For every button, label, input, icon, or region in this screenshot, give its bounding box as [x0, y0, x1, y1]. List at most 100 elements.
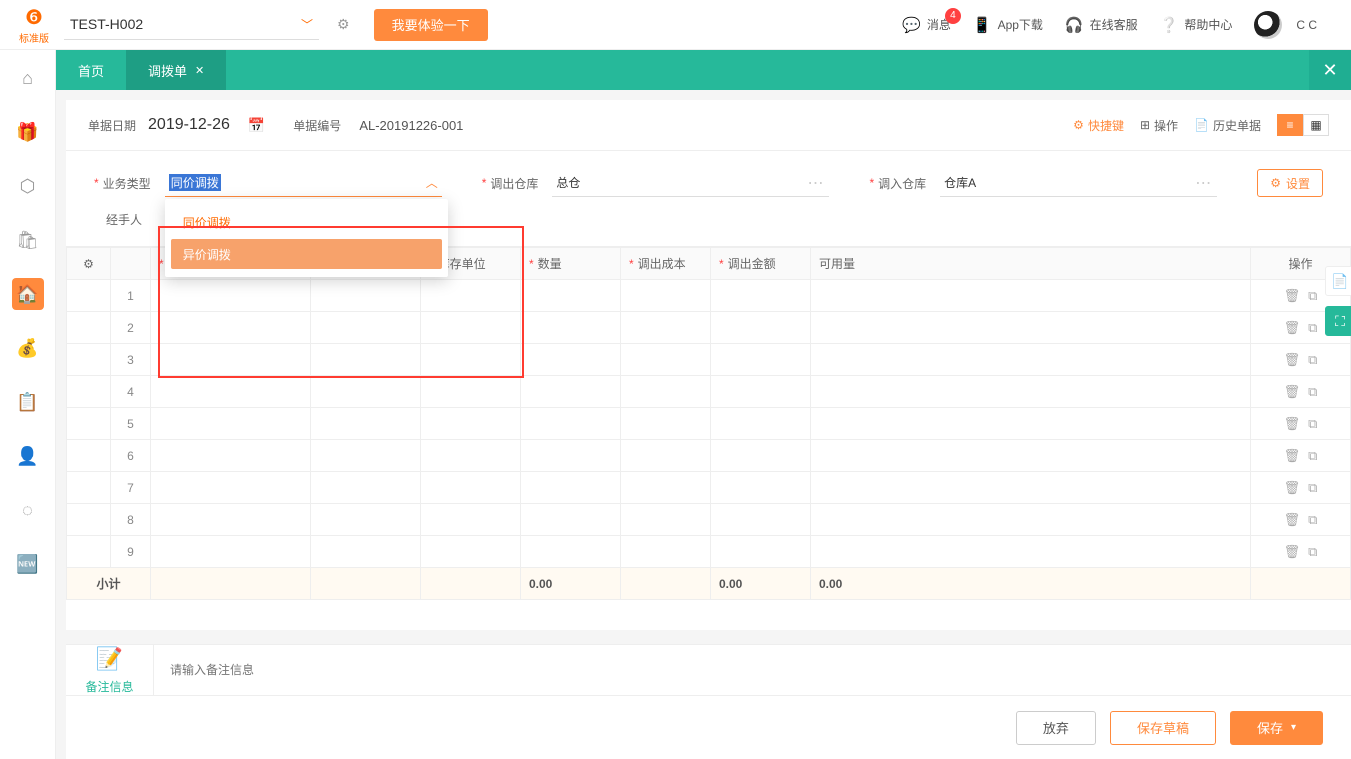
table-row[interactable]: 3🗑⧉	[67, 344, 1351, 376]
close-icon[interactable]: ✕	[195, 64, 204, 77]
messages-link[interactable]: 💬 消息 4	[902, 16, 951, 34]
sidebar-contact-icon[interactable]: 👤	[12, 440, 44, 472]
row-index: 2	[111, 312, 151, 344]
discard-button[interactable]: 放弃	[1016, 711, 1096, 745]
table-row[interactable]: 5🗑⧉	[67, 408, 1351, 440]
right-rail: 📄 ⛶	[1329, 50, 1351, 336]
col-gear[interactable]: ⚙	[67, 248, 111, 280]
sidebar-bag-icon[interactable]: 🛍	[12, 224, 44, 256]
delete-icon[interactable]: 🗑	[1284, 480, 1301, 495]
grid-icon: ⊞	[1140, 118, 1150, 132]
remark-header: 📝 备注信息	[66, 645, 154, 695]
row-index: 7	[111, 472, 151, 504]
biz-type-select[interactable]: 同价调拨 ︿ 同价调拨 异价调拨	[165, 169, 442, 197]
delete-icon[interactable]: 🗑	[1284, 512, 1301, 527]
delete-icon[interactable]: 🗑	[1284, 320, 1301, 335]
sidebar: ⌂ 🎁 ⬡ 🛍 🏠 💰 📋 👤 ◌ 🆕	[0, 50, 56, 759]
copy-icon[interactable]: ⧉	[1308, 384, 1317, 399]
save-draft-button[interactable]: 保存草稿	[1110, 711, 1216, 745]
user-menu[interactable]: C C	[1254, 11, 1317, 39]
copy-icon[interactable]: ⧉	[1308, 544, 1317, 559]
sidebar-house-icon[interactable]: ⬡	[12, 170, 44, 202]
doc-date[interactable]: 2019-12-26	[148, 116, 230, 134]
delete-icon[interactable]: 🗑	[1284, 544, 1301, 559]
row-index: 1	[111, 280, 151, 312]
view-list-icon[interactable]: ≡	[1277, 114, 1303, 136]
delete-icon[interactable]: 🗑	[1284, 288, 1301, 303]
biz-type-label: 业务类型	[103, 175, 151, 192]
subtotal-label: 小计	[67, 568, 151, 600]
table-row[interactable]: 9🗑⧉	[67, 536, 1351, 568]
biz-type-dropdown: 同价调拨 异价调拨	[165, 199, 448, 277]
save-button[interactable]: 保存 ▾	[1230, 711, 1323, 745]
required-marker: *	[482, 176, 487, 190]
copy-icon[interactable]: ⧉	[1308, 480, 1317, 495]
delete-icon[interactable]: 🗑	[1284, 416, 1301, 431]
app-download-label: App下载	[998, 16, 1043, 33]
messages-badge: 4	[945, 8, 961, 24]
more-icon[interactable]: ⋯	[1195, 173, 1213, 193]
table-row[interactable]: 8🗑⧉	[67, 504, 1351, 536]
customer-service-link[interactable]: 🎧 在线客服	[1065, 16, 1138, 34]
history-link[interactable]: 📄历史单据	[1194, 117, 1261, 134]
table-row[interactable]: 4🗑⧉	[67, 376, 1351, 408]
sidebar-circle-icon[interactable]: ◌	[12, 494, 44, 526]
view-toggle: ≡ ▦	[1277, 114, 1329, 136]
doc-icon: 📄	[1194, 118, 1209, 132]
sidebar-home-icon[interactable]: ⌂	[12, 62, 44, 94]
sidebar-clipboard-icon[interactable]: 📋	[12, 386, 44, 418]
handler-label: 经手人	[106, 211, 142, 228]
table-row[interactable]: 6🗑⧉	[67, 440, 1351, 472]
subtotal-amount: 0.00	[711, 568, 811, 600]
calendar-icon[interactable]: 📅	[248, 117, 265, 134]
copy-icon[interactable]: ⧉	[1308, 512, 1317, 527]
org-name: TEST-H002	[70, 16, 143, 32]
copy-icon[interactable]: ⧉	[1308, 352, 1317, 367]
help-link[interactable]: ❔ 帮助中心	[1160, 16, 1233, 34]
table-row[interactable]: 2 🗑 ⧉	[67, 312, 1351, 344]
logo-icon: ❻	[25, 5, 43, 30]
option-diff-price[interactable]: 异价调拨	[171, 239, 442, 269]
view-grid-icon[interactable]: ▦	[1303, 114, 1329, 136]
sidebar-money-icon[interactable]: 💰	[12, 332, 44, 364]
table-row[interactable]: 1 🗑 ⧉	[67, 280, 1351, 312]
out-warehouse-field[interactable]: * 调出仓库 总仓 ⋯	[482, 169, 830, 197]
table-row[interactable]: 7 🗑 ⧉	[67, 472, 1351, 504]
in-wh-select[interactable]: 仓库A ⋯	[940, 169, 1217, 197]
gear-icon: ⚙	[1270, 176, 1281, 190]
in-warehouse-field[interactable]: * 调入仓库 仓库A ⋯	[869, 169, 1217, 197]
delete-icon[interactable]: 🗑	[1284, 352, 1301, 367]
required-marker: *	[94, 176, 99, 190]
more-icon[interactable]: ⋯	[807, 173, 825, 193]
remark-input[interactable]	[154, 645, 1351, 695]
copy-icon[interactable]: ⧉	[1308, 416, 1317, 431]
shortcut-link[interactable]: ⚙快捷键	[1073, 117, 1124, 134]
required-marker: *	[869, 176, 874, 190]
copy-icon[interactable]: ⧉	[1308, 448, 1317, 463]
form-row-1: * 业务类型 同价调拨 ︿ 同价调拨 异价调拨	[66, 151, 1351, 205]
sidebar-warehouse-icon[interactable]: 🏠	[12, 278, 44, 310]
out-wh-select[interactable]: 总仓 ⋯	[552, 169, 829, 197]
col-qty-label: 数量	[538, 257, 562, 271]
items-table: ⚙ *商品扫码录入 规格型号 *库存单位 *数量 *调出成本 *调出金额 可用量	[66, 247, 1351, 600]
app-download-link[interactable]: 📱 App下载	[973, 16, 1043, 34]
rail-expand-icon[interactable]: ⛶	[1325, 306, 1351, 336]
settings-button[interactable]: ⚙ 设置	[1257, 169, 1323, 197]
tab-home[interactable]: 首页	[56, 50, 126, 90]
org-select[interactable]: TEST-H002 ﹀	[64, 10, 319, 40]
tab-transfer-order[interactable]: 调拨单 ✕	[126, 50, 226, 90]
try-button[interactable]: 我要体验一下	[374, 9, 488, 41]
copy-icon[interactable]: ⧉	[1308, 320, 1317, 335]
delete-icon[interactable]: 🗑	[1284, 448, 1301, 463]
copy-icon[interactable]: ⧉	[1308, 288, 1317, 303]
delete-icon[interactable]: 🗑	[1284, 384, 1301, 399]
option-same-price[interactable]: 同价调拨	[171, 207, 442, 237]
biz-type-field[interactable]: * 业务类型 同价调拨 ︿ 同价调拨 异价调拨	[94, 169, 442, 197]
col-qty: *数量	[521, 248, 621, 280]
doc-no-label: 单据编号	[293, 117, 341, 134]
rail-note-icon[interactable]: 📄	[1325, 266, 1351, 296]
gear-icon[interactable]: ⚙	[337, 16, 350, 33]
operations-link[interactable]: ⊞操作	[1140, 117, 1178, 134]
sidebar-gift-icon[interactable]: 🎁	[12, 116, 44, 148]
sidebar-new-icon[interactable]: 🆕	[12, 548, 44, 580]
